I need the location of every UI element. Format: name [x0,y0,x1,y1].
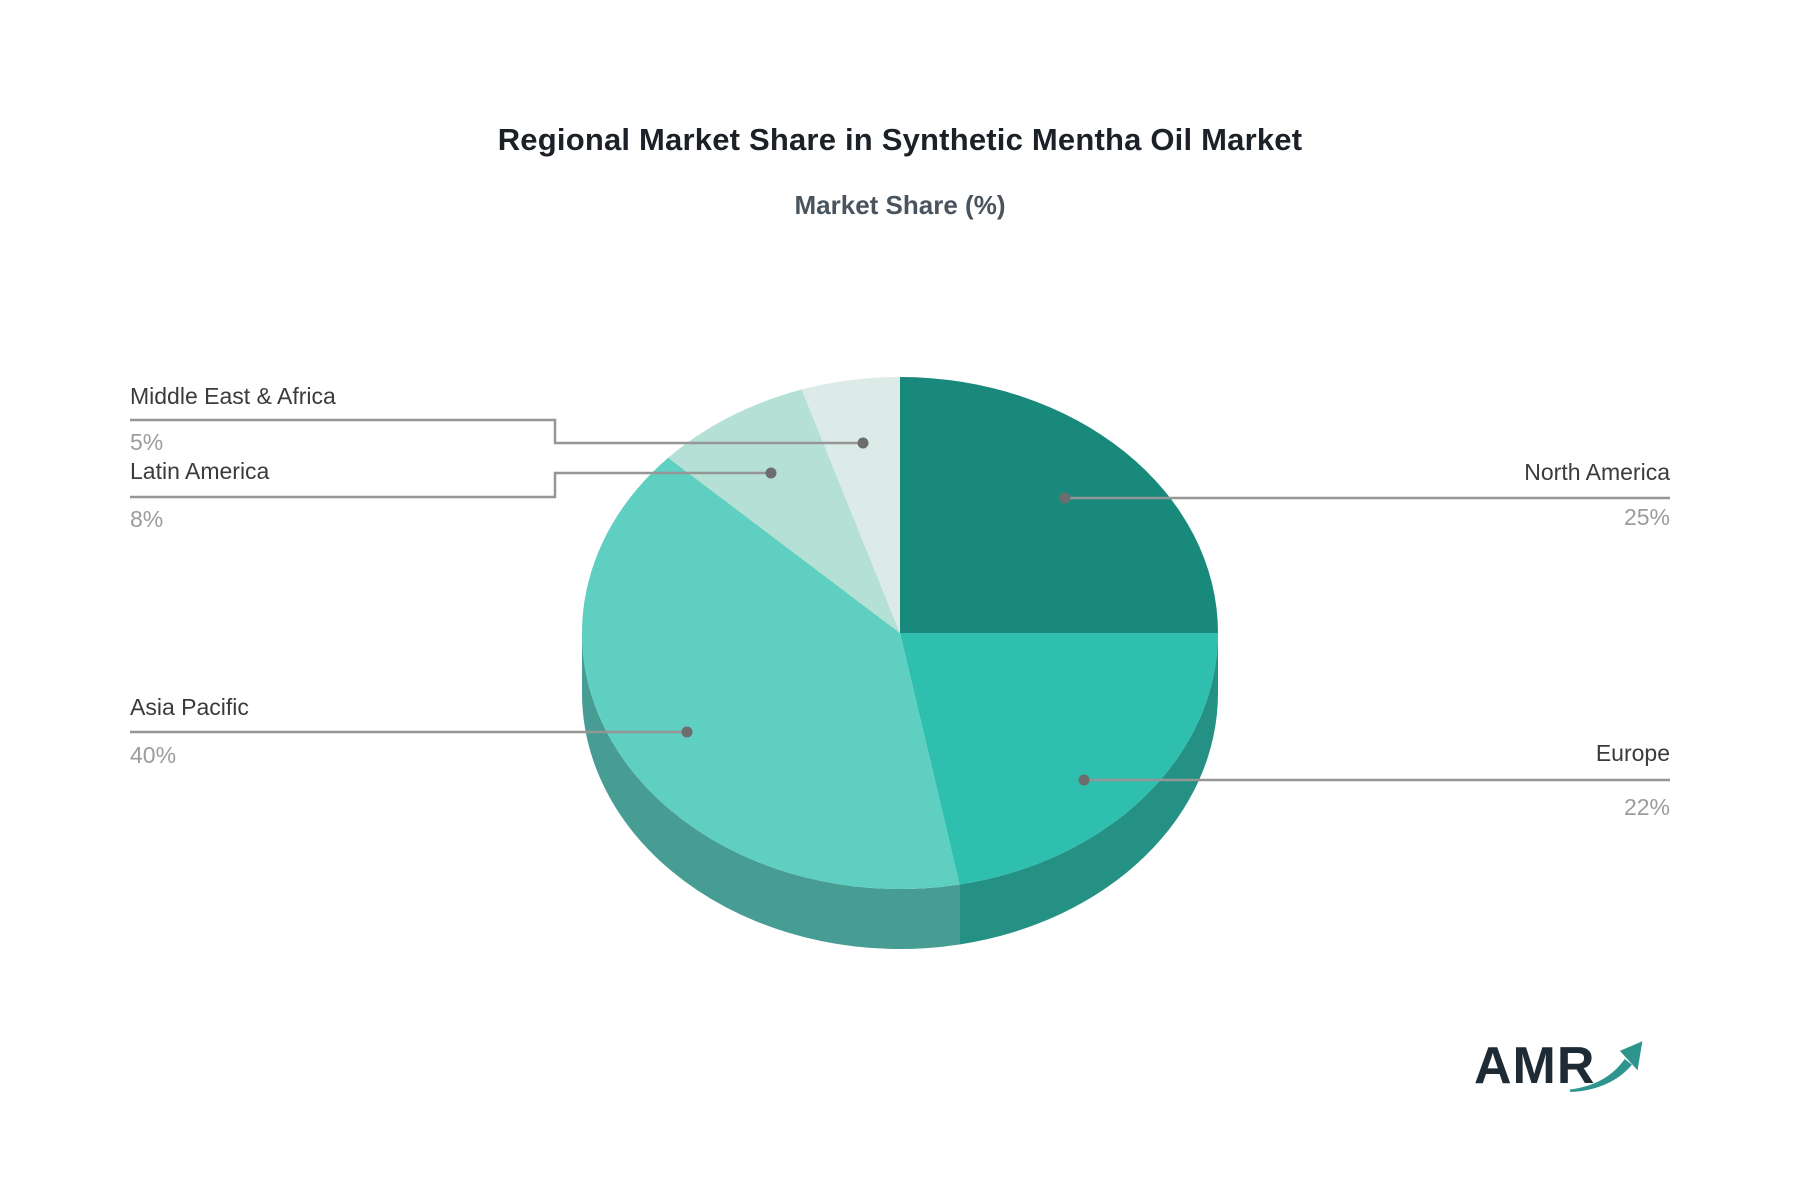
label-asia-pacific-value: 40% [130,742,176,769]
pie-chart [0,0,1800,1196]
label-latin-america-value: 8% [130,506,163,533]
label-latin-america-name: Latin America [130,458,269,485]
label-north-america-name: North America [1524,459,1670,486]
callout-dot-latin-america [766,468,777,479]
label-europe-value: 22% [1624,794,1670,821]
label-middle-east-africa-name: Middle East & Africa [130,383,336,410]
chart-canvas: Regional Market Share in Synthetic Menth… [0,0,1800,1196]
pie-slice-north-america[interactable] [900,377,1218,633]
label-middle-east-africa-value: 5% [130,429,163,456]
callout-dot-north-america [1060,493,1071,504]
callout-dot-middle-east-africa [858,438,869,449]
label-asia-pacific-name: Asia Pacific [130,694,249,721]
label-north-america-value: 25% [1624,504,1670,531]
label-europe-name: Europe [1596,740,1670,767]
amr-logo: AMR [1474,1036,1664,1100]
callout-dot-europe [1079,775,1090,786]
callout-dot-asia-pacific [682,727,693,738]
amr-logo-arrow-icon [1570,1038,1644,1096]
